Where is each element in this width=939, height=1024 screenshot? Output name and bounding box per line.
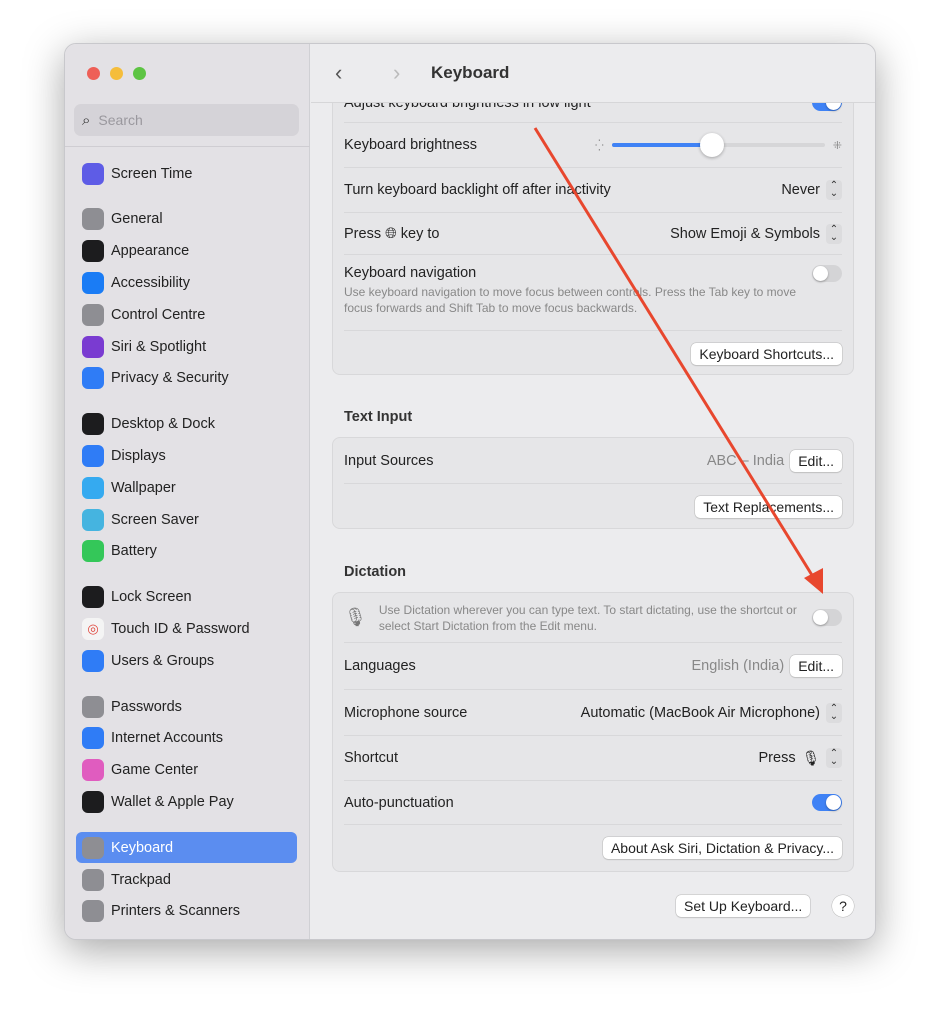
forward-button[interactable]: ›: [393, 60, 427, 86]
arrow-head: [804, 568, 823, 594]
back-button[interactable]: ‹: [335, 60, 369, 86]
arrow-line: [533, 127, 817, 581]
toolbar: ‹ › Keyboard: [311, 44, 875, 103]
page-title: Keyboard: [431, 63, 510, 82]
annotation-arrow: [533, 127, 823, 594]
